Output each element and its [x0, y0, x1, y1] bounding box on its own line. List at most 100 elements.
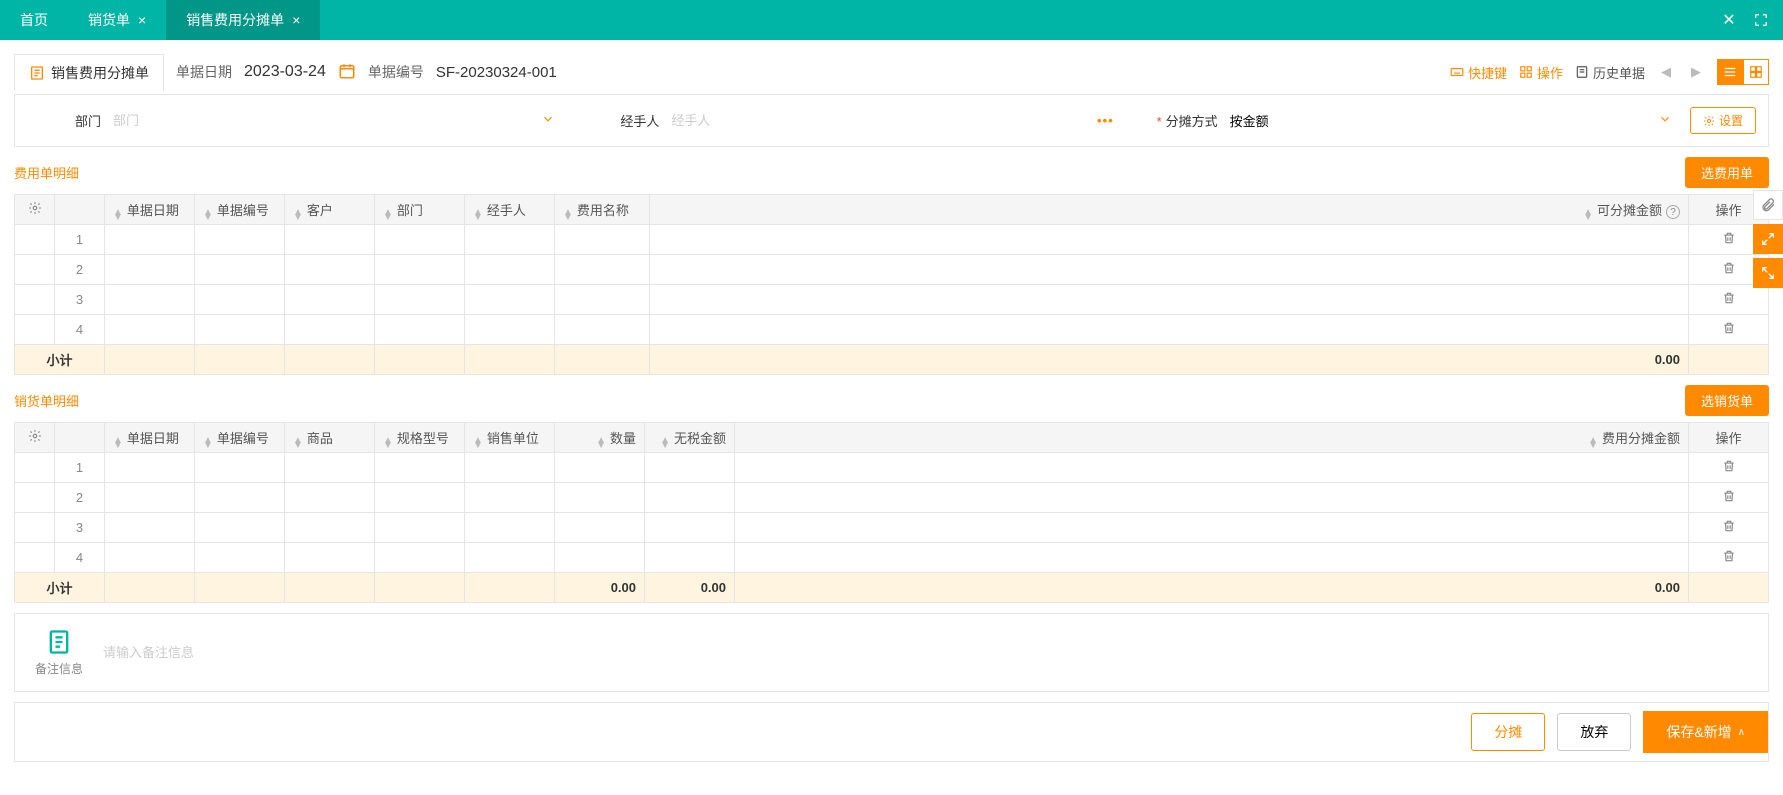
- close-icon[interactable]: ×: [292, 12, 300, 28]
- form-row: 部门 经手人 ••• 分摊方式: [14, 94, 1769, 147]
- col-dept[interactable]: ▲▼部门: [375, 195, 465, 225]
- table-row[interactable]: 3: [15, 513, 1769, 543]
- operations-link[interactable]: 操作: [1519, 63, 1563, 82]
- document-icon: [29, 65, 45, 81]
- date-label: 单据日期: [176, 62, 232, 82]
- view-list-button[interactable]: [1717, 59, 1743, 85]
- document-type-tab[interactable]: 销售费用分摊单: [14, 54, 164, 91]
- dept-input[interactable]: [113, 113, 541, 128]
- operator-input[interactable]: [671, 113, 1097, 128]
- row-number: 4: [55, 315, 105, 345]
- next-doc-arrow[interactable]: ▶: [1687, 64, 1705, 80]
- col-notax[interactable]: ▲▼无税金额: [645, 423, 735, 453]
- col-fee-alloc[interactable]: ▲▼费用分摊金额: [735, 423, 1689, 453]
- side-rail: [1753, 190, 1783, 288]
- subtotal-label: 小计: [15, 345, 105, 375]
- table-row[interactable]: 4: [15, 315, 1769, 345]
- fullscreen-button[interactable]: [1747, 6, 1775, 34]
- col-unit[interactable]: ▲▼销售单位: [465, 423, 555, 453]
- col-operator[interactable]: ▲▼经手人: [465, 195, 555, 225]
- trash-icon[interactable]: [1722, 461, 1736, 476]
- attachment-button[interactable]: [1753, 190, 1783, 220]
- col-feename[interactable]: ▲▼费用名称: [555, 195, 650, 225]
- col-qty[interactable]: ▲▼数量: [555, 423, 645, 453]
- row-number: 3: [55, 513, 105, 543]
- select-fee-bill-button[interactable]: 选费用单: [1685, 157, 1769, 188]
- trash-icon[interactable]: [1722, 551, 1736, 566]
- row-number: 3: [55, 285, 105, 315]
- col-num[interactable]: ▲▼单据编号: [195, 195, 285, 225]
- save-and-new-button[interactable]: 保存&新增∧: [1643, 711, 1768, 753]
- subtotal-label: 小计: [15, 573, 105, 603]
- col-alloc-amount[interactable]: ▲▼可分摊金额?: [650, 195, 1689, 225]
- discard-button[interactable]: 放弃: [1557, 713, 1631, 751]
- tab-sales-order[interactable]: 销货单×: [68, 0, 166, 40]
- trash-icon[interactable]: [1722, 293, 1736, 308]
- view-grid-button[interactable]: [1743, 59, 1769, 85]
- table-row[interactable]: 3: [15, 285, 1769, 315]
- trash-icon[interactable]: [1722, 521, 1736, 536]
- expand-button[interactable]: [1753, 224, 1783, 254]
- col-num[interactable]: ▲▼单据编号: [195, 423, 285, 453]
- tab-home[interactable]: 首页: [0, 0, 68, 40]
- close-icon[interactable]: ×: [138, 12, 146, 28]
- table-row[interactable]: 1: [15, 225, 1769, 255]
- dept-label: 部门: [31, 111, 111, 130]
- doc-number-label: 单据编号: [368, 62, 424, 82]
- alloc-method-label: 分摊方式: [1148, 111, 1228, 130]
- date-value[interactable]: 2023-03-24: [244, 63, 326, 81]
- remarks-label: 备注信息: [35, 660, 83, 677]
- trash-icon[interactable]: [1722, 323, 1736, 338]
- col-product[interactable]: ▲▼商品: [285, 423, 375, 453]
- help-icon[interactable]: ?: [1666, 205, 1680, 219]
- expand-icon: [1760, 265, 1776, 281]
- keyboard-icon: [1450, 65, 1464, 79]
- row-number: 2: [55, 255, 105, 285]
- gear-icon: [1703, 115, 1715, 127]
- trash-icon[interactable]: [1722, 263, 1736, 278]
- col-date[interactable]: ▲▼单据日期: [105, 423, 195, 453]
- top-tab-bar: 首页 销货单× 销售费用分摊单× ✕: [0, 0, 1783, 40]
- history-icon: [1575, 65, 1589, 79]
- shortcut-link[interactable]: 快捷键: [1450, 63, 1507, 82]
- doc-number-value: SF-20230324-001: [436, 64, 557, 81]
- settings-button[interactable]: 设置: [1690, 107, 1756, 134]
- subtotal-qty: 0.00: [555, 573, 645, 603]
- trash-icon[interactable]: [1722, 491, 1736, 506]
- table-row[interactable]: 1: [15, 453, 1769, 483]
- remarks-input[interactable]: [103, 628, 1748, 677]
- row-number: 4: [55, 543, 105, 573]
- alloc-method-input[interactable]: [1230, 113, 1658, 128]
- col-spec[interactable]: ▲▼规格型号: [375, 423, 465, 453]
- fee-detail-table: ▲▼单据日期 ▲▼单据编号 ▲▼客户 ▲▼部门 ▲▼经手人 ▲▼费用名称 ▲▼可…: [14, 194, 1769, 375]
- table-row[interactable]: 4: [15, 543, 1769, 573]
- document-header: 销售费用分摊单 单据日期 2023-03-24 单据编号 SF-20230324…: [14, 50, 1769, 94]
- fee-detail-title: 费用单明细: [14, 163, 79, 182]
- sales-detail-title: 销货单明细: [14, 391, 79, 410]
- ellipsis-icon[interactable]: •••: [1097, 113, 1114, 128]
- footer-bar: 分摊 放弃 保存&新增∧: [14, 702, 1769, 762]
- notes-icon: [45, 628, 73, 656]
- expand-button-2[interactable]: [1753, 258, 1783, 288]
- history-link[interactable]: 历史单据: [1575, 63, 1645, 82]
- trash-icon[interactable]: [1722, 233, 1736, 248]
- select-sales-bill-button[interactable]: 选销货单: [1685, 385, 1769, 416]
- row-number: 2: [55, 483, 105, 513]
- gear-icon[interactable]: [28, 431, 42, 446]
- chevron-down-icon[interactable]: [541, 112, 555, 129]
- tab-sales-fee-allocation[interactable]: 销售费用分摊单×: [166, 0, 320, 40]
- remarks-block: 备注信息: [14, 613, 1769, 692]
- chevron-down-icon[interactable]: [1658, 112, 1672, 129]
- col-date[interactable]: ▲▼单据日期: [105, 195, 195, 225]
- close-window-button[interactable]: ✕: [1715, 6, 1743, 34]
- prev-doc-arrow[interactable]: ◀: [1657, 64, 1675, 80]
- col-customer[interactable]: ▲▼客户: [285, 195, 375, 225]
- calendar-icon[interactable]: [338, 62, 356, 83]
- subtotal-notax: 0.00: [645, 573, 735, 603]
- table-row[interactable]: 2: [15, 483, 1769, 513]
- subtotal-alloc: 0.00: [735, 573, 1689, 603]
- table-row[interactable]: 2: [15, 255, 1769, 285]
- allocate-button[interactable]: 分摊: [1471, 713, 1545, 751]
- row-number: 1: [55, 453, 105, 483]
- gear-icon[interactable]: [28, 203, 42, 218]
